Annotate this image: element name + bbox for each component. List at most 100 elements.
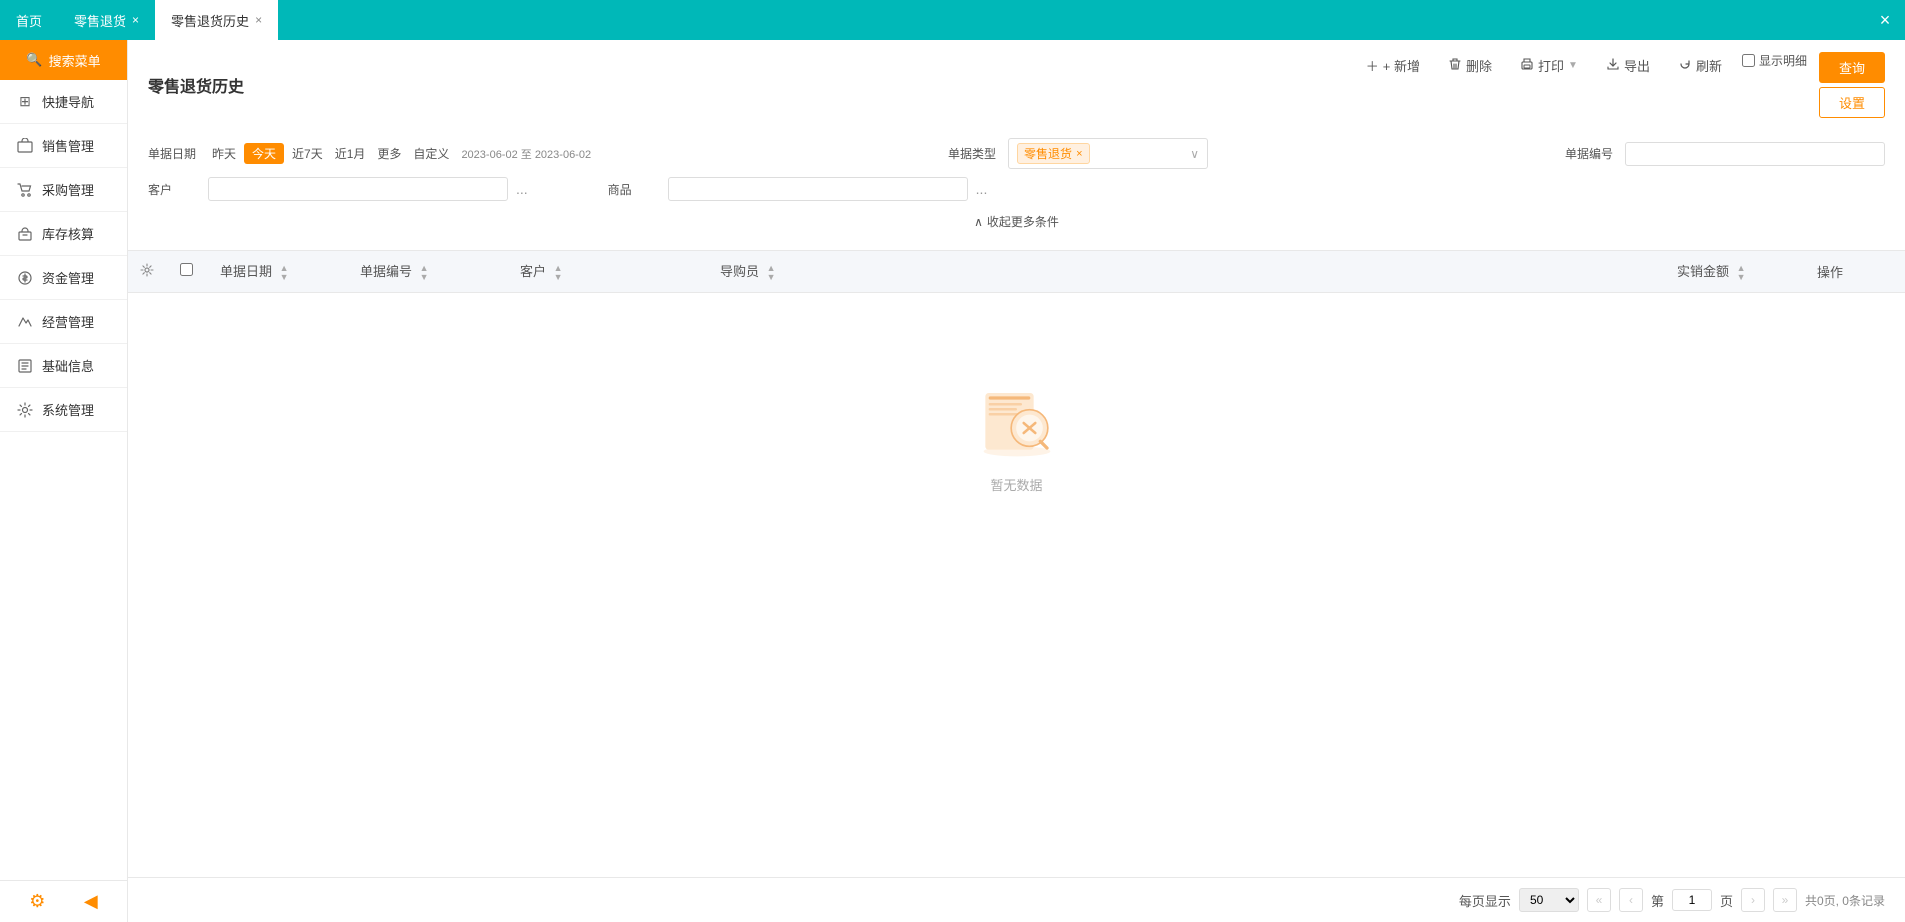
- col-header-date[interactable]: 单据日期 ▲▼: [208, 251, 348, 292]
- main-layout: 🔍 搜索菜单 ⊞ 快捷导航 销售管理 采购管理 库存核算: [0, 40, 1905, 922]
- num-filter-label: 单据编号: [1565, 145, 1625, 162]
- prev-page-button[interactable]: ‹: [1619, 888, 1643, 912]
- date-opt-today[interactable]: 今天: [244, 143, 284, 164]
- sidebar-search-button[interactable]: 🔍 搜索菜单: [0, 40, 127, 80]
- date-opt-yesterday[interactable]: 昨天: [208, 143, 240, 164]
- col-header-settings[interactable]: [128, 251, 168, 292]
- query-button[interactable]: 查询: [1819, 52, 1885, 83]
- col-header-amount[interactable]: 实销金额 ▲▼: [1665, 251, 1805, 292]
- amount-sort-icon[interactable]: ▲▼: [1737, 264, 1746, 282]
- col-header-spacer: [908, 251, 1665, 292]
- filter-row-date: 单据日期 昨天 今天 近7天 近1月 更多 自定义 2023-06-02 至 2…: [148, 138, 1885, 169]
- print-dropdown-icon: ▼: [1568, 60, 1578, 71]
- sidebar-item-quick-nav[interactable]: ⊞ 快捷导航: [0, 80, 127, 124]
- tab-retail-return-history-close[interactable]: ×: [255, 13, 262, 27]
- filter-row-customer: 客户 ... 商品 ...: [148, 177, 1885, 201]
- sidebar-item-operations-label: 经营管理: [42, 312, 94, 331]
- col-header-guide[interactable]: 导购员 ▲▼: [708, 251, 908, 292]
- sidebar-item-finance[interactable]: 资金管理: [0, 256, 127, 300]
- delete-icon: [1448, 57, 1462, 74]
- col-action-label: 操作: [1817, 265, 1843, 280]
- page-title-row: 零售退货历史 ＋ + 新增 删除: [148, 52, 1885, 118]
- col-header-customer[interactable]: 客户 ▲▼: [508, 251, 708, 292]
- page-unit: 页: [1720, 891, 1733, 910]
- tab-retail-return-close[interactable]: ×: [132, 13, 139, 27]
- tab-home[interactable]: 首页: [0, 0, 58, 40]
- table-container: 单据日期 ▲▼ 单据编号 ▲▼ 客户 ▲▼ 导购员: [128, 251, 1905, 877]
- select-all-checkbox[interactable]: [180, 263, 193, 276]
- col-guide-label: 导购员: [720, 264, 759, 279]
- refresh-button[interactable]: 刷新: [1670, 52, 1730, 79]
- delete-label: 删除: [1466, 56, 1492, 75]
- new-button[interactable]: ＋ + 新增: [1358, 52, 1428, 79]
- next-page-button[interactable]: ›: [1741, 888, 1765, 912]
- sidebar-item-purchase[interactable]: 采购管理: [0, 168, 127, 212]
- sidebar-item-basic-info[interactable]: 基础信息: [0, 344, 127, 388]
- type-filter-tag-close[interactable]: ×: [1076, 148, 1082, 160]
- date-opt-1month[interactable]: 近1月: [331, 143, 370, 164]
- date-range-display: 2023-06-02 至 2023-06-02: [461, 146, 591, 162]
- page-title: 零售退货历史: [148, 73, 244, 97]
- guide-sort-icon[interactable]: ▲▼: [767, 264, 776, 282]
- show-detail-checkbox-row: 显示明细: [1742, 52, 1807, 69]
- customer-sort-icon[interactable]: ▲▼: [554, 264, 563, 282]
- type-filter-tag-value: 零售退货: [1024, 145, 1072, 162]
- col-header-num[interactable]: 单据编号 ▲▼: [348, 251, 508, 292]
- export-button[interactable]: 导出: [1598, 52, 1658, 79]
- customer-filter-input[interactable]: [208, 177, 508, 201]
- col-header-action: 操作: [1805, 251, 1905, 292]
- empty-state-illustration: [967, 373, 1067, 463]
- purchase-icon: [16, 181, 34, 199]
- window-close-button[interactable]: ×: [1865, 0, 1905, 40]
- delete-button[interactable]: 删除: [1440, 52, 1500, 79]
- date-opt-custom[interactable]: 自定义: [409, 143, 453, 164]
- tab-retail-return-history[interactable]: 零售退货历史 ×: [155, 0, 278, 40]
- date-opt-more[interactable]: 更多: [373, 143, 405, 164]
- current-page-input[interactable]: [1672, 889, 1712, 911]
- sidebar-item-inventory-label: 库存核算: [42, 224, 94, 243]
- collapse-filter-button[interactable]: ∧ 收起更多条件: [958, 209, 1075, 234]
- col-date-label: 单据日期: [220, 264, 272, 279]
- col-amount-label: 实销金额: [1677, 264, 1729, 279]
- sidebar-item-operations[interactable]: 经营管理: [0, 300, 127, 344]
- date-options: 昨天 今天 近7天 近1月 更多 自定义: [208, 143, 453, 164]
- sidebar-item-system[interactable]: 系统管理: [0, 388, 127, 432]
- show-detail-checkbox[interactable]: [1742, 54, 1755, 67]
- settings-button[interactable]: 设置: [1819, 87, 1885, 118]
- num-sort-icon[interactable]: ▲▼: [420, 264, 429, 282]
- type-dropdown-icon: ∨: [1190, 147, 1199, 161]
- collapse-sidebar-icon[interactable]: ◀: [84, 891, 98, 912]
- customer-ellipsis[interactable]: ...: [516, 181, 528, 197]
- goods-filter-input[interactable]: [668, 177, 968, 201]
- collapse-label: 收起更多条件: [987, 213, 1059, 230]
- date-sort-icon[interactable]: ▲▼: [280, 264, 289, 282]
- content-area: 零售退货历史 ＋ + 新增 删除: [128, 40, 1905, 922]
- num-filter-input[interactable]: [1625, 142, 1885, 166]
- show-detail-label: 显示明细: [1759, 52, 1807, 69]
- quick-nav-icon: ⊞: [16, 93, 34, 111]
- type-filter-select[interactable]: 零售退货 × ∨: [1008, 138, 1208, 169]
- sidebar-item-sales-label: 销售管理: [42, 136, 94, 155]
- tab-retail-return-label: 零售退货: [74, 11, 126, 30]
- page-header: 零售退货历史 ＋ + 新增 删除: [128, 40, 1905, 251]
- inventory-icon: [16, 225, 34, 243]
- page-size-select[interactable]: 10 20 50 100: [1519, 888, 1579, 912]
- settings-bottom-icon[interactable]: ⚙: [29, 891, 45, 912]
- type-filter-tag: 零售退货 ×: [1017, 143, 1089, 164]
- refresh-icon: [1678, 57, 1692, 74]
- tab-retail-return[interactable]: 零售退货 ×: [58, 0, 155, 40]
- goods-ellipsis[interactable]: ...: [976, 181, 988, 197]
- sidebar-item-inventory[interactable]: 库存核算: [0, 212, 127, 256]
- pagination-bar: 每页显示 10 20 50 100 « ‹ 第 页 › » 共0页, 0条记录: [128, 877, 1905, 922]
- col-header-checkbox[interactable]: [168, 251, 208, 292]
- print-button[interactable]: 打印 ▼: [1512, 52, 1586, 79]
- sidebar-item-finance-label: 资金管理: [42, 268, 94, 287]
- sidebar-item-system-label: 系统管理: [42, 400, 94, 419]
- last-page-button[interactable]: »: [1773, 888, 1797, 912]
- sidebar-item-sales[interactable]: 销售管理: [0, 124, 127, 168]
- date-opt-7days[interactable]: 近7天: [288, 143, 327, 164]
- search-icon: 🔍: [26, 52, 42, 68]
- first-page-button[interactable]: «: [1587, 888, 1611, 912]
- filter-area: 单据日期 昨天 今天 近7天 近1月 更多 自定义 2023-06-02 至 2…: [148, 130, 1885, 242]
- sidebar-bottom: ⚙ ◀: [0, 880, 127, 922]
